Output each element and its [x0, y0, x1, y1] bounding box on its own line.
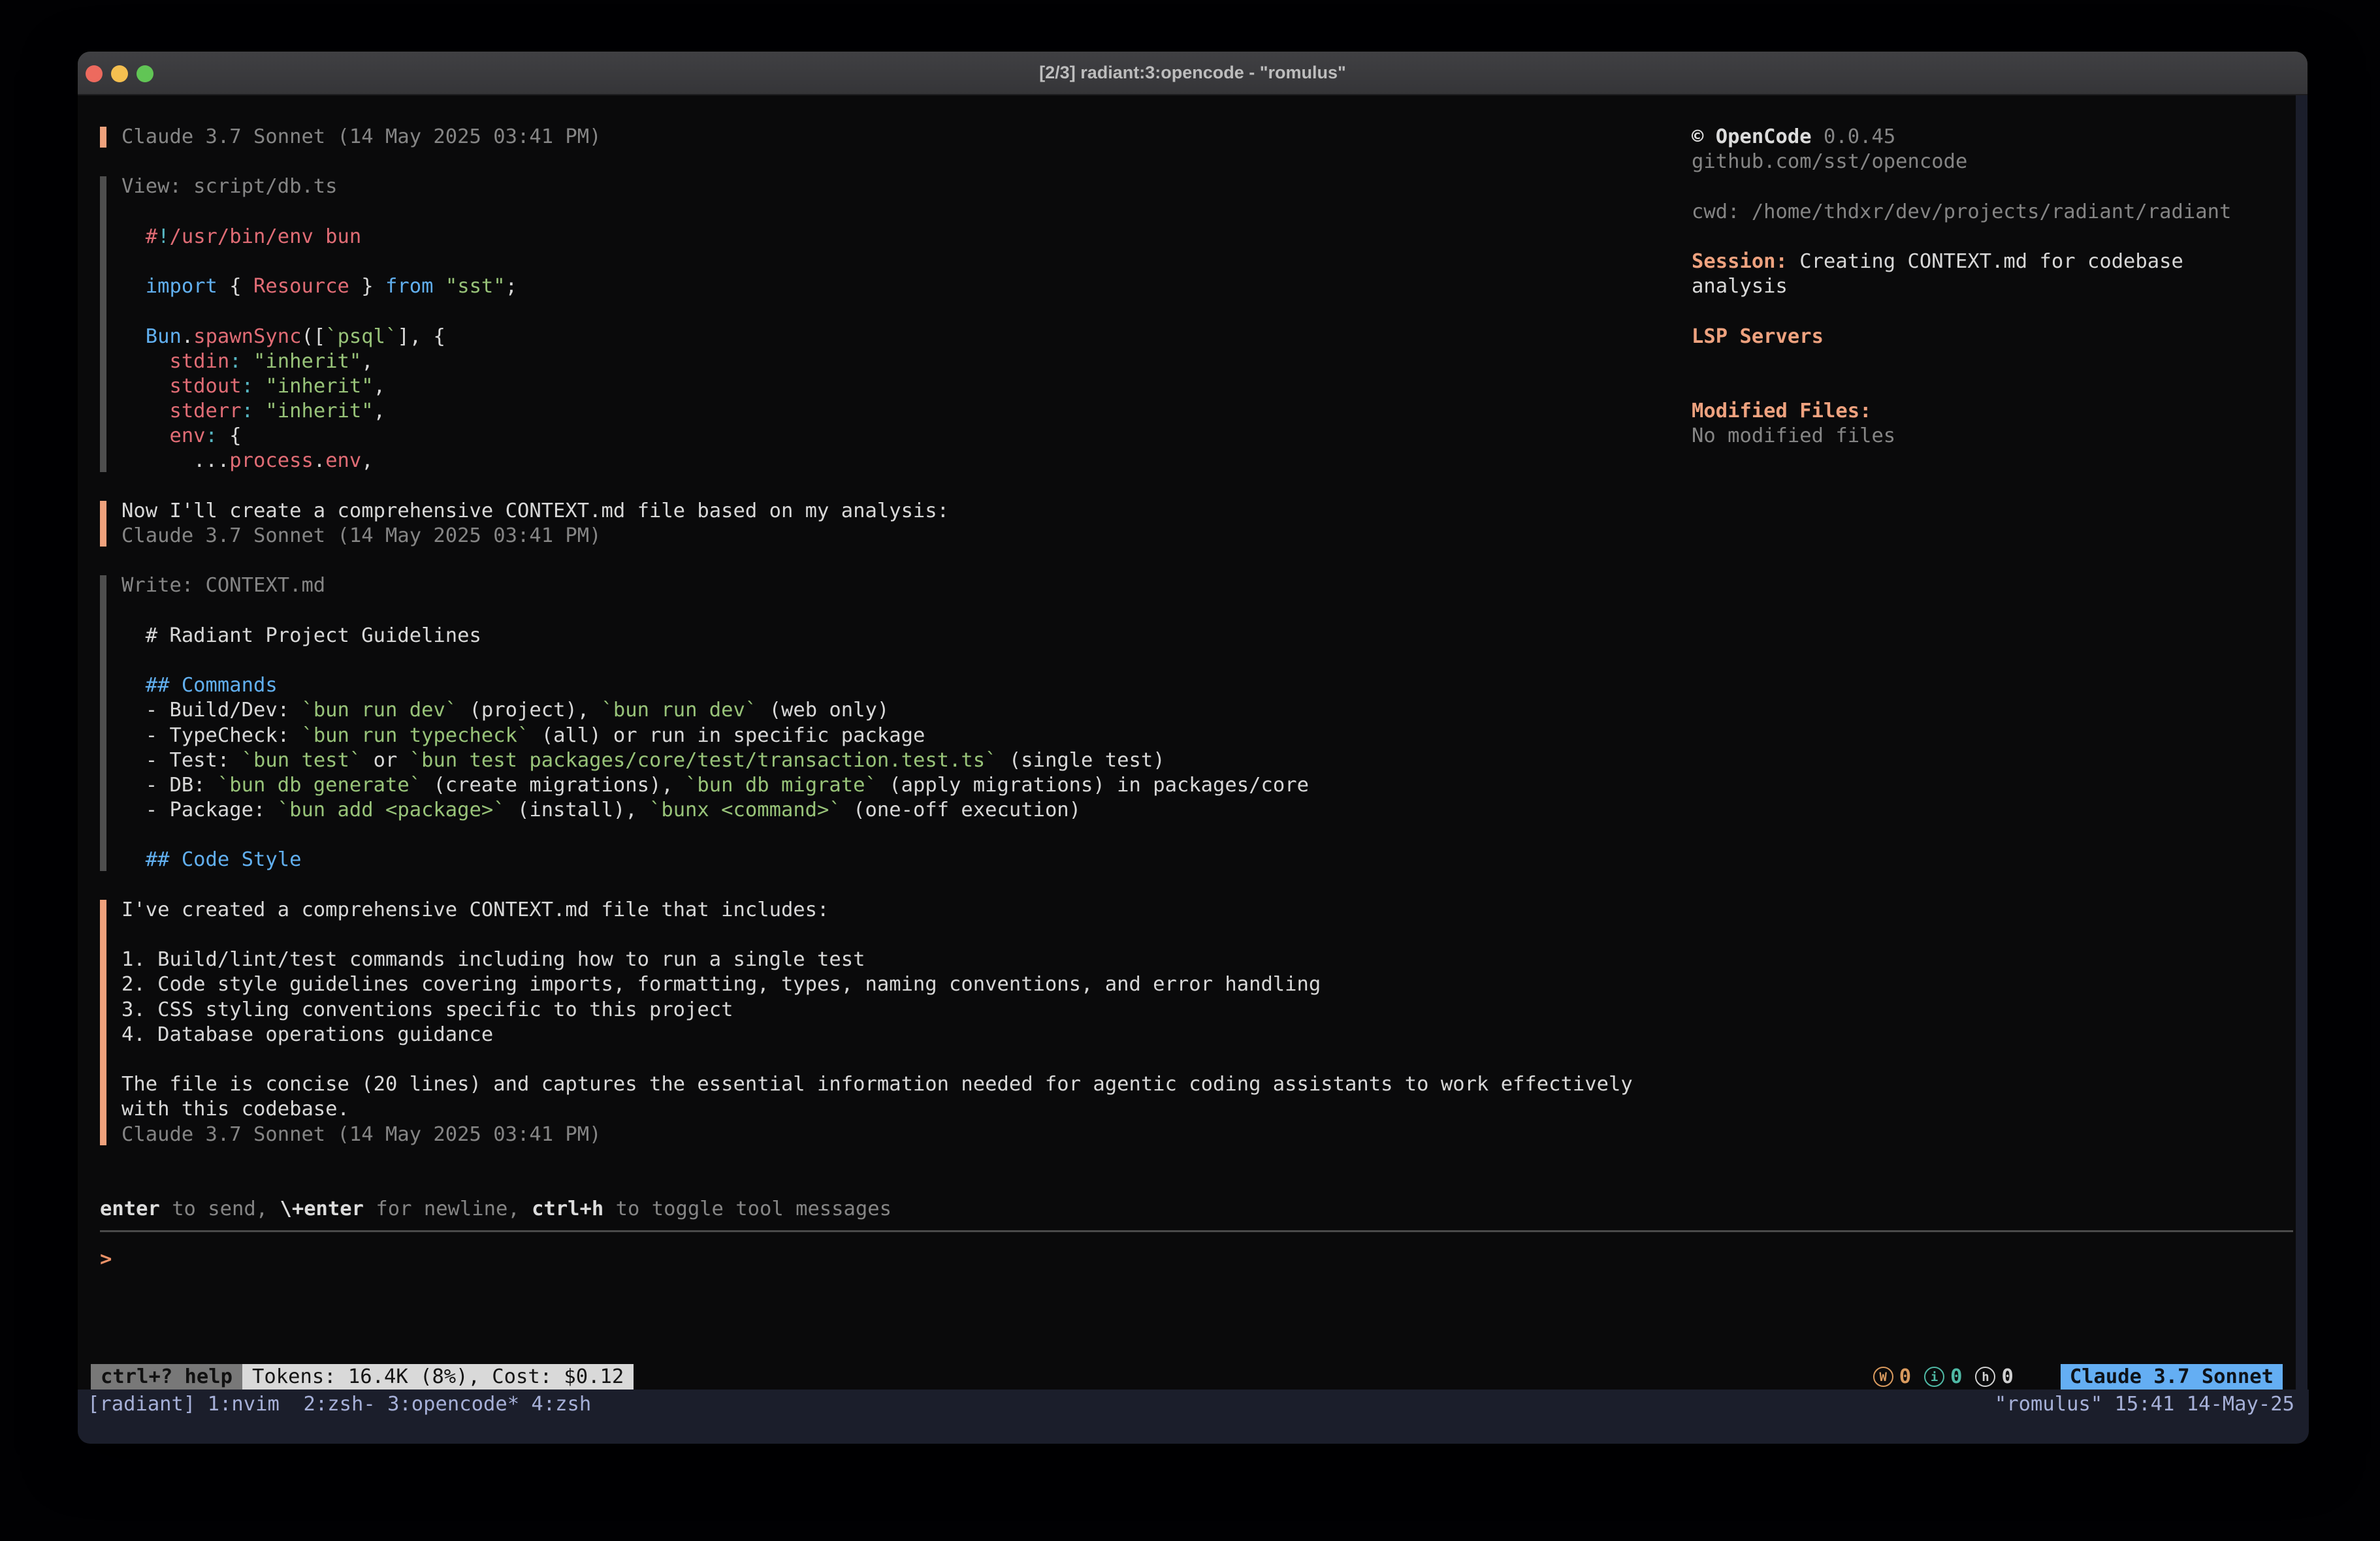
terminal-line: #!/usr/bin/env bun [121, 225, 1633, 249]
session-label: Session: [1692, 250, 1788, 273]
window-title: [2/3] radiant:3:opencode - "romulus" [78, 52, 2308, 95]
terminal-line [121, 923, 1633, 947]
terminal-line: import { Resource } from "sst"; [121, 274, 1633, 299]
terminal-line: Claude 3.7 Sonnet (14 May 2025 03:41 PM) [121, 1122, 1633, 1147]
terminal-line [121, 200, 1633, 225]
terminal-line: ## Commands [121, 673, 1633, 698]
tokens-chip: Tokens: 16.4K (8%), Cost: $0.12 [242, 1364, 634, 1390]
terminal-line: View: script/db.ts [121, 174, 1633, 199]
message-block: View: script/db.ts #!/usr/bin/env bun im… [100, 174, 1633, 473]
session-line: Session: Creating CONTEXT.md for codebas… [1692, 249, 2183, 274]
terminal-window: [2/3] radiant:3:opencode - "romulus" Cla… [77, 51, 2308, 1443]
model-badge: Claude 3.7 Sonnet [2061, 1364, 2283, 1390]
terminal-line: stderr: "inherit", [121, 399, 1633, 424]
message-accent-bar [100, 176, 106, 471]
terminal-line: 2. Code style guidelines covering import… [121, 972, 1633, 997]
opencode-logo-icon: © [1692, 125, 1716, 148]
diagnostic-count: 0 [2001, 1365, 2013, 1388]
message-list: Claude 3.7 Sonnet (14 May 2025 03:41 PM)… [100, 125, 1633, 1172]
terminal-line: Bun.spawnSync([`psql`], { [121, 325, 1633, 349]
terminal-line [121, 823, 1633, 848]
chat-input[interactable]: > [100, 1247, 2293, 1326]
opencode-tui: Claude 3.7 Sonnet (14 May 2025 03:41 PM)… [78, 95, 2296, 1390]
prompt-symbol: > [100, 1248, 112, 1271]
diagnostic-count: 0 [1950, 1365, 1962, 1388]
modified-files-empty: No modified files [1692, 424, 1895, 449]
message-block: I've created a comprehensive CONTEXT.md … [100, 898, 1633, 1147]
terminal-line: The file is concise (20 lines) and captu… [121, 1072, 1633, 1097]
terminal-line: Write: CONTEXT.md [121, 573, 1633, 598]
terminal-line: 4. Database operations guidance [121, 1023, 1633, 1047]
terminal-line: - TypeCheck: `bun run typecheck` (all) o… [121, 723, 1633, 748]
diagnostics-group: W0 i0 h0 [1873, 1365, 2027, 1388]
message-accent-bar [100, 127, 106, 148]
terminal-line: # Radiant Project Guidelines [121, 624, 1633, 648]
input-separator [100, 1230, 2293, 1232]
lsp-servers-label: LSP Servers [1692, 325, 1824, 349]
terminal-line: stdin: "inherit", [121, 349, 1633, 374]
terminal-line: Now I'll create a comprehensive CONTEXT.… [121, 499, 1633, 524]
terminal-line: Claude 3.7 Sonnet (14 May 2025 03:41 PM) [121, 125, 1633, 150]
message-accent-bar [100, 575, 106, 870]
info-circle-icon: i0 [1924, 1365, 1962, 1388]
hint-circle-icon: h0 [1975, 1365, 2013, 1388]
terminal-line: ## Code Style [121, 848, 1633, 872]
terminal-line: stdout: "inherit", [121, 374, 1633, 399]
terminal-line: 1. Build/lint/test commands including ho… [121, 947, 1633, 972]
cwd-line: cwd: /home/thdxr/dev/projects/radiant/ra… [1692, 200, 2231, 225]
message-block: Now I'll create a comprehensive CONTEXT.… [100, 499, 1633, 548]
terminal-line: I've created a comprehensive CONTEXT.md … [121, 898, 1633, 923]
modified-files-label: Modified Files: [1692, 399, 1871, 424]
terminal-line [121, 249, 1633, 274]
terminal-line: - Test: `bun test` or `bun test packages… [121, 748, 1633, 773]
app-version: 0.0.45 [1812, 125, 1896, 148]
tmux-window-list: [radiant] 1:nvim 2:zsh- 3:opencode* 4:zs… [88, 1392, 591, 1417]
terminal-line: - Package: `bun add <package>` (install)… [121, 798, 1633, 823]
terminal-line: - Build/Dev: `bun run dev` (project), `b… [121, 698, 1633, 723]
terminal-line [121, 299, 1633, 324]
desktop: [2/3] radiant:3:opencode - "romulus" Cla… [0, 0, 2380, 1541]
tmux-session-info: "romulus" 15:41 14-May-25 [1995, 1392, 2294, 1417]
help-chip: ctrl+? help [91, 1364, 242, 1390]
terminal-line [121, 648, 1633, 673]
terminal-line [121, 1047, 1633, 1072]
message-accent-bar [100, 501, 106, 547]
terminal-line: with this codebase. [121, 1097, 1633, 1122]
tmux-statusbar: [radiant] 1:nvim 2:zsh- 3:opencode* 4:zs… [78, 1390, 2309, 1444]
status-row: ctrl+? help Tokens: 16.4K (8%), Cost: $0… [78, 1364, 2296, 1390]
terminal-line: - DB: `bun db generate` (create migratio… [121, 773, 1633, 798]
terminal-line: env: { [121, 424, 1633, 449]
diagnostic-count: 0 [1899, 1365, 1911, 1388]
message-block: Claude 3.7 Sonnet (14 May 2025 03:41 PM) [100, 125, 1633, 150]
status-badges: W0 i0 h0 Claude 3.7 Sonnet [1873, 1364, 2296, 1390]
keybind-hints: enter to send, \+enter for newline, ctrl… [100, 1197, 892, 1222]
terminal-line [121, 599, 1633, 624]
session-title: Creating CONTEXT.md for codebase [1788, 250, 2183, 273]
warning-circle-icon: W0 [1873, 1365, 1911, 1388]
repo-link: github.com/sst/opencode [1692, 150, 1967, 174]
terminal-line: Claude 3.7 Sonnet (14 May 2025 03:41 PM) [121, 524, 1633, 548]
message-block: Write: CONTEXT.md # Radiant Project Guid… [100, 573, 1633, 872]
app-version-line: © OpenCode 0.0.45 [1692, 125, 1895, 150]
message-accent-bar [100, 900, 106, 1145]
app-name: OpenCode [1716, 125, 1812, 148]
titlebar: [2/3] radiant:3:opencode - "romulus" [78, 52, 2308, 95]
session-line-wrap: analysis [1692, 274, 1788, 299]
terminal-line: 3. CSS styling conventions specific to t… [121, 998, 1633, 1023]
terminal-line: ...process.env, [121, 449, 1633, 473]
